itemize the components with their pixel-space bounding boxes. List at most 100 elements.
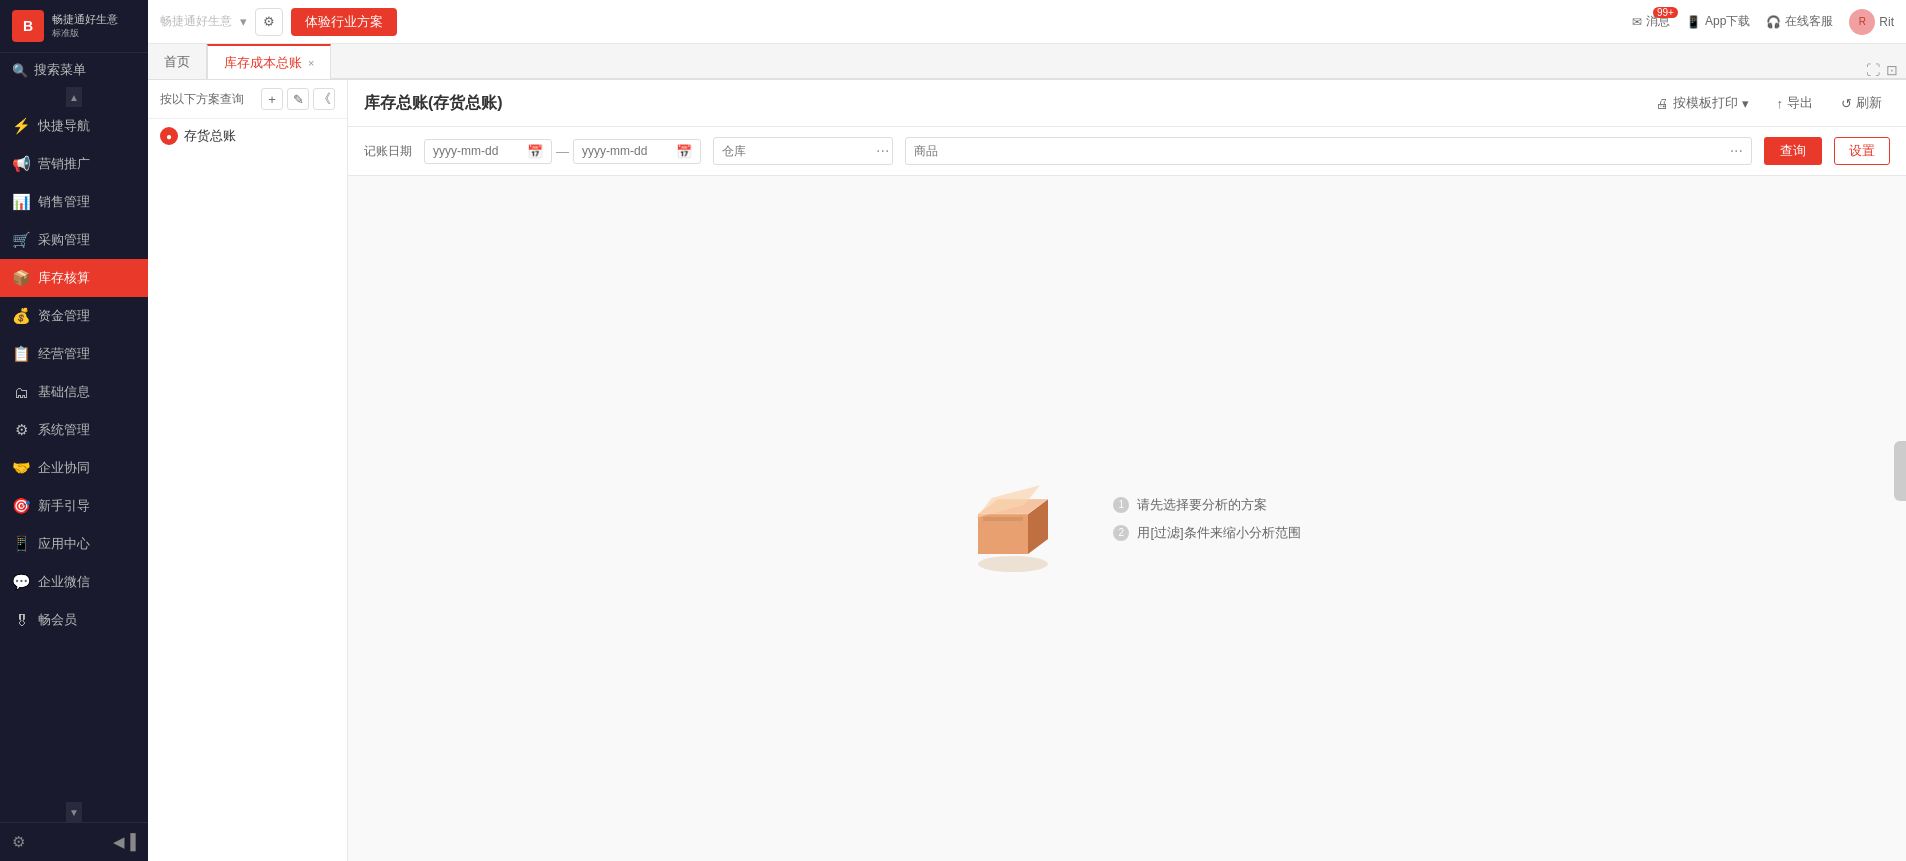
tab-active-label: 库存成本总账	[224, 54, 302, 72]
query-button[interactable]: 查询	[1764, 137, 1822, 165]
collapse-icon[interactable]: ◀▐	[113, 833, 136, 851]
hint-text-1: 请先选择要分析的方案	[1137, 496, 1267, 514]
refresh-button[interactable]: ↺ 刷新	[1833, 90, 1890, 116]
scheme-dot-icon: ●	[160, 127, 178, 145]
maximize-icon[interactable]: ⛶	[1866, 62, 1880, 78]
sidebar-item-label: 快捷导航	[38, 117, 90, 135]
sidebar-item-basic[interactable]: 🗂 基础信息	[0, 373, 148, 411]
search-icon: 🔍	[12, 63, 28, 78]
sidebar-item-finance[interactable]: 💰 资金管理	[0, 297, 148, 335]
goods-input-wrap[interactable]: ···	[905, 137, 1752, 165]
breadcrumb-text: 畅捷通好生意	[160, 13, 232, 30]
scheme-item-inventory[interactable]: ● 存货总账	[148, 119, 347, 153]
empty-hints: 1 请先选择要分析的方案 2 用[过滤]条件来缩小分析范围	[1113, 496, 1300, 542]
sidebar-item-label: 企业微信	[38, 573, 90, 591]
tabbar: 首页 库存成本总账 × ⛶ ⊡	[148, 44, 1906, 80]
inventory-icon: 📦	[12, 269, 30, 287]
sidebar-item-label: 经营管理	[38, 345, 90, 363]
user-menu[interactable]: R Rit	[1849, 9, 1894, 35]
sidebar-item-newguide[interactable]: 🎯 新手引导	[0, 487, 148, 525]
right-side-tab[interactable]	[1894, 441, 1906, 501]
message-badge: 99+	[1653, 7, 1678, 18]
tab-active[interactable]: 库存成本总账 ×	[207, 44, 331, 79]
calendar-to-icon[interactable]: 📅	[676, 144, 692, 159]
topbar-settings-button[interactable]: ⚙	[255, 8, 283, 36]
sidebar-item-inventory[interactable]: 📦 库存核算	[0, 259, 148, 297]
headset-icon: 🎧	[1766, 15, 1781, 29]
message-button[interactable]: ✉ 消息 99+	[1632, 13, 1670, 30]
edit-scheme-button[interactable]: ✎	[287, 88, 309, 110]
right-panel: 库存总账(存货总账) 🖨 按模板打印 ▾ ↑ 导出 ↺ 刷新	[348, 80, 1906, 861]
date-range-group: 📅 — 📅	[424, 139, 701, 164]
app-logo: B 畅捷通好生意 标准版	[0, 0, 148, 53]
sidebar-item-label: 畅会员	[38, 611, 77, 629]
basic-icon: 🗂	[12, 384, 30, 401]
chevron-down-icon[interactable]: ▾	[240, 14, 247, 29]
warehouse-more-icon[interactable]: ···	[876, 142, 889, 160]
app-badge: 标准版	[52, 27, 118, 40]
sidebar-item-marketing[interactable]: 📢 营销推广	[0, 145, 148, 183]
sidebar-item-label: 销售管理	[38, 193, 90, 211]
restore-icon[interactable]: ⊡	[1886, 62, 1898, 78]
sidebar-item-operation[interactable]: 📋 经营管理	[0, 335, 148, 373]
sidebar-item-label: 库存核算	[38, 269, 90, 287]
empty-box-svg	[953, 459, 1073, 579]
online-service-label: 在线客服	[1785, 13, 1833, 30]
app-download-label: App下载	[1705, 13, 1750, 30]
member-icon: 🎖	[12, 612, 30, 629]
page-title: 库存总账(存货总账)	[364, 93, 503, 114]
warehouse-input[interactable]	[722, 144, 872, 158]
newguide-icon: 🎯	[12, 497, 30, 515]
scroll-up-button[interactable]: ▲	[66, 87, 82, 107]
finance-icon: 💰	[12, 307, 30, 325]
print-label: 按模板打印	[1673, 94, 1738, 112]
sidebar-item-sales[interactable]: 📊 销售管理	[0, 183, 148, 221]
date-from-input-wrap[interactable]: 📅	[424, 139, 552, 164]
settings-icon[interactable]: ⚙	[12, 833, 25, 851]
search-menu-label: 搜索菜单	[34, 61, 86, 79]
empty-illustration	[953, 459, 1073, 579]
topbar-actions: ✉ 消息 99+ 📱 App下载 🎧 在线客服 R Rit	[1632, 9, 1894, 35]
sidebar-item-quick-nav[interactable]: ⚡ 快捷导航	[0, 107, 148, 145]
purchase-icon: 🛒	[12, 231, 30, 249]
operation-icon: 📋	[12, 345, 30, 363]
add-scheme-button[interactable]: +	[261, 88, 283, 110]
sidebar-item-purchase[interactable]: 🛒 采购管理	[0, 221, 148, 259]
goods-input[interactable]	[914, 144, 1726, 158]
app-download-button[interactable]: 📱 App下载	[1686, 13, 1750, 30]
sidebar-item-label: 系统管理	[38, 421, 90, 439]
sidebar-item-label: 应用中心	[38, 535, 90, 553]
date-to-input[interactable]	[582, 144, 672, 158]
date-to-input-wrap[interactable]: 📅	[573, 139, 701, 164]
industry-btn[interactable]: 体验行业方案	[291, 8, 397, 36]
collapse-panel-button[interactable]: 《	[313, 88, 335, 110]
warehouse-input-wrap[interactable]: ···	[713, 137, 893, 165]
search-menu-item[interactable]: 🔍 搜索菜单	[0, 53, 148, 87]
settings-button[interactable]: 设置	[1834, 137, 1890, 165]
sidebar-item-cooperation[interactable]: 🤝 企业协同	[0, 449, 148, 487]
refresh-icon: ↺	[1841, 96, 1852, 111]
calendar-from-icon[interactable]: 📅	[527, 144, 543, 159]
tab-home[interactable]: 首页	[148, 44, 207, 79]
query-scheme-label: 按以下方案查询	[160, 91, 244, 108]
sidebar-item-appstore[interactable]: 📱 应用中心	[0, 525, 148, 563]
export-label: 导出	[1787, 94, 1813, 112]
online-service-button[interactable]: 🎧 在线客服	[1766, 13, 1833, 30]
goods-more-icon[interactable]: ···	[1730, 142, 1743, 160]
empty-state: 1 请先选择要分析的方案 2 用[过滤]条件来缩小分析范围	[348, 176, 1906, 861]
svg-marker-6	[983, 517, 1023, 521]
sidebar-item-label: 基础信息	[38, 383, 90, 401]
sidebar-item-member[interactable]: 🎖 畅会员	[0, 601, 148, 639]
sidebar-item-wechat[interactable]: 💬 企业微信	[0, 563, 148, 601]
scroll-down-button[interactable]: ▼	[66, 802, 82, 822]
svg-point-0	[978, 556, 1048, 572]
tab-close-button[interactable]: ×	[308, 57, 314, 69]
export-button[interactable]: ↑ 导出	[1769, 90, 1822, 116]
sidebar-item-label: 资金管理	[38, 307, 90, 325]
sidebar-item-system[interactable]: ⚙ 系统管理	[0, 411, 148, 449]
record-date-label: 记账日期	[364, 143, 412, 160]
date-from-input[interactable]	[433, 144, 523, 158]
sidebar-item-label: 营销推广	[38, 155, 90, 173]
print-button[interactable]: 🖨 按模板打印 ▾	[1648, 90, 1757, 116]
panel-query-scheme-row: 按以下方案查询 + ✎ 《	[148, 80, 347, 119]
